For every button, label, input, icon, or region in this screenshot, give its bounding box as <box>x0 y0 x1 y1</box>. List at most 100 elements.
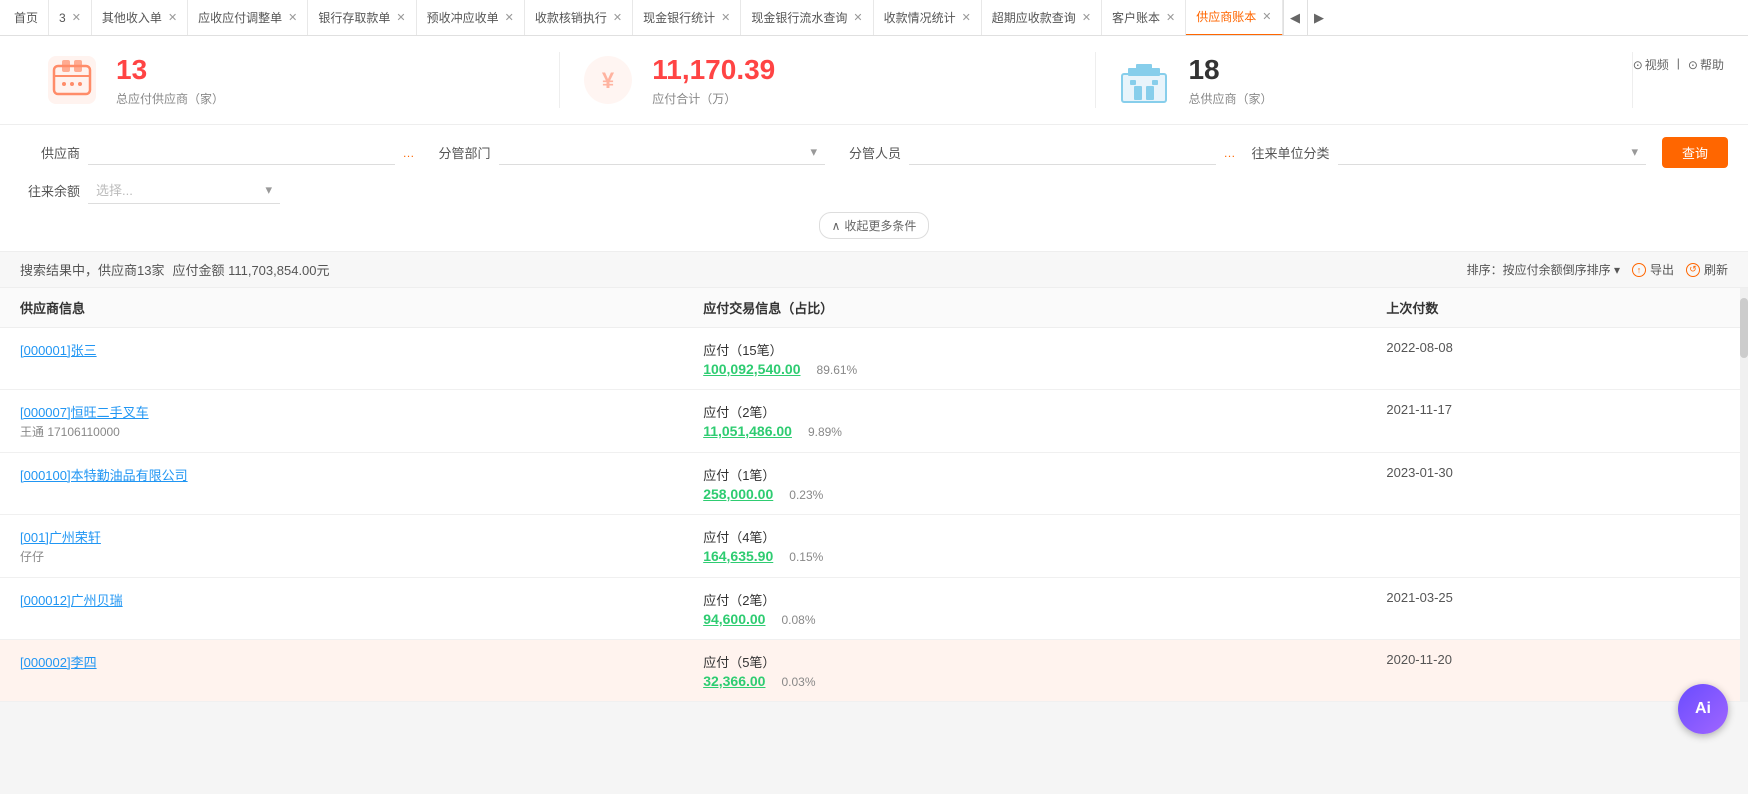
scrollbar-thumb[interactable] <box>1740 298 1748 358</box>
nav-tab-cash-bank-flow[interactable]: 现金银行流水查询 ✕ <box>741 0 873 36</box>
filter-supplier: 供应商 … <box>20 141 415 165</box>
nav-tab-customer-account[interactable]: 客户账本 ✕ <box>1102 0 1186 36</box>
tx-info-cell: 应付（1笔） 258,000.00 0.23% <box>703 465 1386 502</box>
tx-info-cell: 应付（4笔） 164,635.90 0.15% <box>703 527 1386 564</box>
refresh-icon: ↺ <box>1686 263 1700 277</box>
tx-percent: 89.61% <box>817 363 858 377</box>
supplier-info-cell: [000007]恒旺二手叉车 王通 17106110000 <box>20 402 703 440</box>
supplier-sub-info: 仔仔 <box>20 548 703 565</box>
supplier-info-cell: [000002]李四 <box>20 652 703 671</box>
total-suppliers-icon <box>1116 52 1172 108</box>
last-pay-cell: 2021-03-25 <box>1386 590 1728 605</box>
supplier-info-cell: [000100]本特勤油品有限公司 <box>20 465 703 484</box>
nav-tab-home[interactable]: 首页 <box>4 0 49 36</box>
tx-amount[interactable]: 94,600.00 <box>703 611 765 627</box>
col-header-supplier: 供应商信息 <box>20 298 703 317</box>
sort-button[interactable]: 排序：按应付余额倒序排序 ▾ <box>1467 261 1620 278</box>
nav-tab-other-income[interactable]: 其他收入单 ✕ <box>92 0 188 36</box>
ai-button[interactable]: Ai <box>1678 684 1728 734</box>
supplier-link[interactable]: [000001]张三 <box>20 340 703 359</box>
unit-type-chevron-icon: ▾ <box>1631 144 1638 160</box>
result-text-2: 应付金额 111,703,854.00元 <box>172 260 329 279</box>
supplier-link[interactable]: [001]广州荣轩 <box>20 527 703 546</box>
top-navigation: 首页 3 ✕ 其他收入单 ✕ 应收应付调整单 ✕ 银行存取款单 ✕ 预收冲应收单… <box>0 0 1748 36</box>
stat-total-content: 11,170.39 应付合计（万） <box>652 53 775 108</box>
supplier-label: 供应商 <box>20 143 80 162</box>
close-advance-collect[interactable]: ✕ <box>505 11 514 24</box>
supplier-ellipsis[interactable]: … <box>403 146 415 160</box>
supplier-payable-icon <box>44 52 100 108</box>
tx-percent: 9.89% <box>808 425 842 439</box>
nav-tab-collect-audit[interactable]: 收款核销执行 ✕ <box>525 0 633 36</box>
nav-arrow-left[interactable]: ◀ <box>1283 0 1307 36</box>
nav-tab-advance-collect[interactable]: 预收冲应收单 ✕ <box>417 0 525 36</box>
supplier-link[interactable]: [000007]恒旺二手叉车 <box>20 402 703 421</box>
help-link[interactable]: ⊙帮助 <box>1688 56 1724 73</box>
supplier-sub-info: 王通 17106110000 <box>20 423 703 440</box>
last-pay-date: 2020-11-20 <box>1386 652 1452 667</box>
collapse-button[interactable]: ∧ 收起更多条件 <box>819 212 930 239</box>
table-header: 供应商信息 应付交易信息（占比） 上次付数 <box>0 288 1748 328</box>
tx-info-cell: 应付（2笔） 11,051,486.00 9.89% <box>703 402 1386 439</box>
nav-tab-overdue-collect[interactable]: 超期应收款查询 ✕ <box>982 0 1102 36</box>
stat-supplier-content: 18 总供应商（家） <box>1188 53 1272 108</box>
tx-amount[interactable]: 164,635.90 <box>703 548 773 564</box>
result-text-1: 搜索结果中，供应商13家 <box>20 260 164 279</box>
sort-chevron-icon: ▾ <box>1614 263 1620 277</box>
department-label: 分管部门 <box>431 143 491 162</box>
tx-label: 应付（4笔） <box>703 527 1386 546</box>
balance-chevron-icon: ▾ <box>265 182 272 198</box>
nav-tab-collect-stat[interactable]: 收款情况统计 ✕ <box>874 0 982 36</box>
close-collect-audit[interactable]: ✕ <box>613 11 622 24</box>
tx-amount-row: 258,000.00 0.23% <box>703 484 1386 502</box>
balance-label: 往来余额 <box>20 181 80 200</box>
tx-amount[interactable]: 100,092,540.00 <box>703 361 800 377</box>
supplier-info-cell: [000012]广州贝瑞 <box>20 590 703 609</box>
nav-tab-bank-deposit[interactable]: 银行存取款单 ✕ <box>308 0 416 36</box>
nav-tab-supplier-account[interactable]: 供应商账本 ✕ <box>1186 0 1282 36</box>
nav-arrow-right[interactable]: ▶ <box>1307 0 1331 36</box>
close-ap-adjust[interactable]: ✕ <box>288 11 297 24</box>
tx-label: 应付（1笔） <box>703 465 1386 484</box>
person-ellipsis[interactable]: … <box>1224 146 1236 160</box>
tx-amount[interactable]: 11,051,486.00 <box>703 423 792 439</box>
nav-tab-ap-adjust[interactable]: 应收应付调整单 ✕ <box>188 0 308 36</box>
supplier-link[interactable]: [000100]本特勤油品有限公司 <box>20 465 703 484</box>
close-bank-deposit[interactable]: ✕ <box>396 11 405 24</box>
nav-tab-3[interactable]: 3 ✕ <box>49 0 92 36</box>
table-row: [000012]广州贝瑞 应付（2笔） 94,600.00 0.08% 2021… <box>0 578 1748 640</box>
close-other-income[interactable]: ✕ <box>168 11 177 24</box>
close-tab-3[interactable]: ✕ <box>72 11 81 24</box>
close-collect-stat[interactable]: ✕ <box>962 11 971 24</box>
person-input[interactable] <box>909 141 1216 165</box>
tx-amount-row: 164,635.90 0.15% <box>703 546 1386 564</box>
table-row: [000002]李四 应付（5笔） 32,366.00 0.03% 2020-1… <box>0 640 1748 702</box>
vertical-scrollbar[interactable] <box>1740 288 1748 702</box>
filter-balance: 往来余额 选择... ▾ <box>20 176 280 204</box>
filter-row-1: 供应商 … 分管部门 ▾ 分管人员 … 往来单位分类 ▾ 查询 <box>20 137 1728 168</box>
export-button[interactable]: ↑ 导出 <box>1632 261 1674 278</box>
close-supplier-account[interactable]: ✕ <box>1262 10 1271 23</box>
tx-amount[interactable]: 258,000.00 <box>703 486 773 502</box>
close-cash-bank-stat[interactable]: ✕ <box>721 11 730 24</box>
close-cash-bank-flow[interactable]: ✕ <box>853 11 862 24</box>
close-customer-account[interactable]: ✕ <box>1166 11 1175 24</box>
last-pay-date: 2021-11-17 <box>1386 402 1452 417</box>
supplier-input[interactable] <box>88 141 395 165</box>
balance-select[interactable]: 选择... ▾ <box>88 176 280 204</box>
unit-type-select[interactable]: ▾ <box>1338 140 1646 165</box>
last-pay-cell: 2020-11-20 <box>1386 652 1728 667</box>
tx-amount[interactable]: 32,366.00 <box>703 673 765 689</box>
supplier-info-cell: [000001]张三 <box>20 340 703 359</box>
stats-banner: 13 总应付供应商（家） ¥ 11,170.39 应付合计（万） <box>0 36 1748 125</box>
refresh-button[interactable]: ↺ 刷新 <box>1686 261 1728 278</box>
stat-block-payable-total: ¥ 11,170.39 应付合计（万） <box>560 52 1096 108</box>
video-link[interactable]: ⊙视频 <box>1633 56 1669 73</box>
stat-total-number: 11,170.39 <box>652 53 775 87</box>
nav-tab-cash-bank-stat[interactable]: 现金银行统计 ✕ <box>633 0 741 36</box>
query-button[interactable]: 查询 <box>1662 137 1728 168</box>
supplier-link[interactable]: [000012]广州贝瑞 <box>20 590 703 609</box>
close-overdue-collect[interactable]: ✕ <box>1082 11 1091 24</box>
department-select[interactable]: ▾ <box>499 140 826 165</box>
supplier-link[interactable]: [000002]李四 <box>20 652 703 671</box>
